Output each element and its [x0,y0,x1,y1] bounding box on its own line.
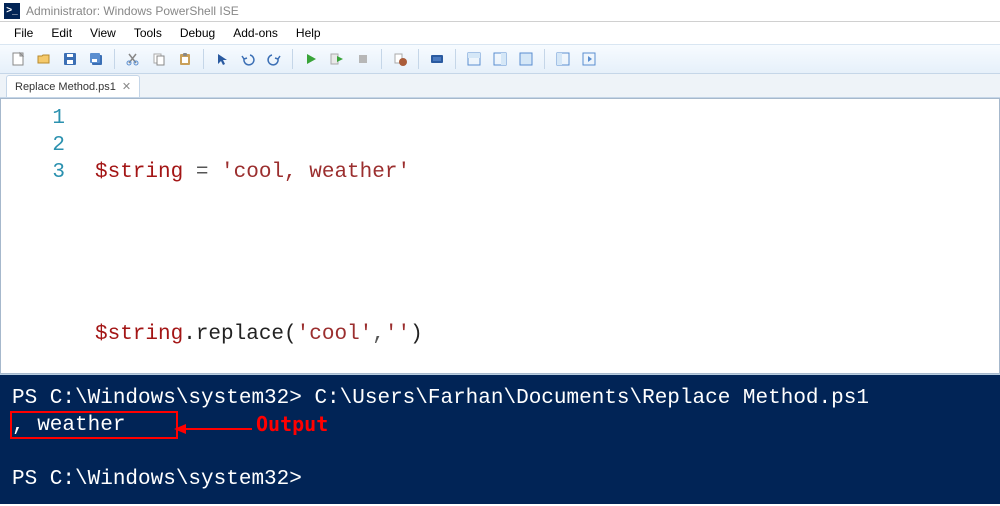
toolbar-separator [544,49,545,69]
menu-file[interactable]: File [6,24,41,42]
tab-close-icon[interactable]: ✕ [122,80,131,93]
tab-file[interactable]: Replace Method.ps1 ✕ [6,75,140,97]
menu-tools[interactable]: Tools [126,24,170,42]
menubar: File Edit View Tools Debug Add-ons Help [0,22,1000,44]
menu-help[interactable]: Help [288,24,329,42]
menu-view[interactable]: View [82,24,124,42]
tab-label: Replace Method.ps1 [15,81,116,93]
console-line: PS C:\Windows\system32> C:\Users\Farhan\… [12,385,988,412]
toolbar-separator [114,49,115,69]
titlebar: >_ Administrator: Windows PowerShell ISE [0,0,1000,22]
commands-icon[interactable] [551,47,575,71]
code-line: $string = 'cool, weather' [95,159,423,186]
window-title: Administrator: Windows PowerShell ISE [26,4,239,18]
show-script-max-icon[interactable] [514,47,538,71]
cut-icon[interactable] [121,47,145,71]
copy-icon[interactable] [147,47,171,71]
show-script-right-icon[interactable] [488,47,512,71]
line-number: 2 [1,132,65,159]
line-gutter: 1 2 3 [1,99,75,373]
menu-addons[interactable]: Add-ons [225,24,286,42]
redo-icon[interactable] [262,47,286,71]
paste-icon[interactable] [173,47,197,71]
toolbar-separator [418,49,419,69]
show-command-addon-icon[interactable] [577,47,601,71]
save-all-icon[interactable] [84,47,108,71]
menu-edit[interactable]: Edit [43,24,80,42]
code-line [95,240,423,267]
tab-bar: Replace Method.ps1 ✕ [0,74,1000,98]
run-icon[interactable] [299,47,323,71]
toolbar-separator [455,49,456,69]
toolbar-separator [292,49,293,69]
code-editor[interactable]: 1 2 3 $string = 'cool, weather' $string.… [0,98,1000,374]
open-folder-icon[interactable] [32,47,56,71]
breakpoint-icon[interactable] [388,47,412,71]
powershell-icon: >_ [4,3,20,19]
line-number: 1 [1,105,65,132]
new-file-icon[interactable] [6,47,30,71]
toolbar [0,44,1000,74]
annotation-label: Output [256,411,328,438]
line-number: 3 [1,159,65,186]
menu-debug[interactable]: Debug [172,24,223,42]
toolbar-separator [203,49,204,69]
console-pane[interactable]: PS C:\Windows\system32> C:\Users\Farhan\… [0,374,1000,504]
undo-icon[interactable] [236,47,260,71]
show-script-icon[interactable] [462,47,486,71]
console-blank [12,439,988,466]
remote-icon[interactable] [425,47,449,71]
console-prompt: PS C:\Windows\system32> [12,466,988,493]
annotation-arrow-icon [174,421,254,437]
stop-icon[interactable] [351,47,375,71]
cursor-icon[interactable] [210,47,234,71]
toolbar-separator [381,49,382,69]
code-line: $string.replace('cool','') [95,321,423,348]
code-area[interactable]: $string = 'cool, weather' $string.replac… [75,99,423,373]
save-icon[interactable] [58,47,82,71]
annotation-box [10,411,178,439]
run-selection-icon[interactable] [325,47,349,71]
